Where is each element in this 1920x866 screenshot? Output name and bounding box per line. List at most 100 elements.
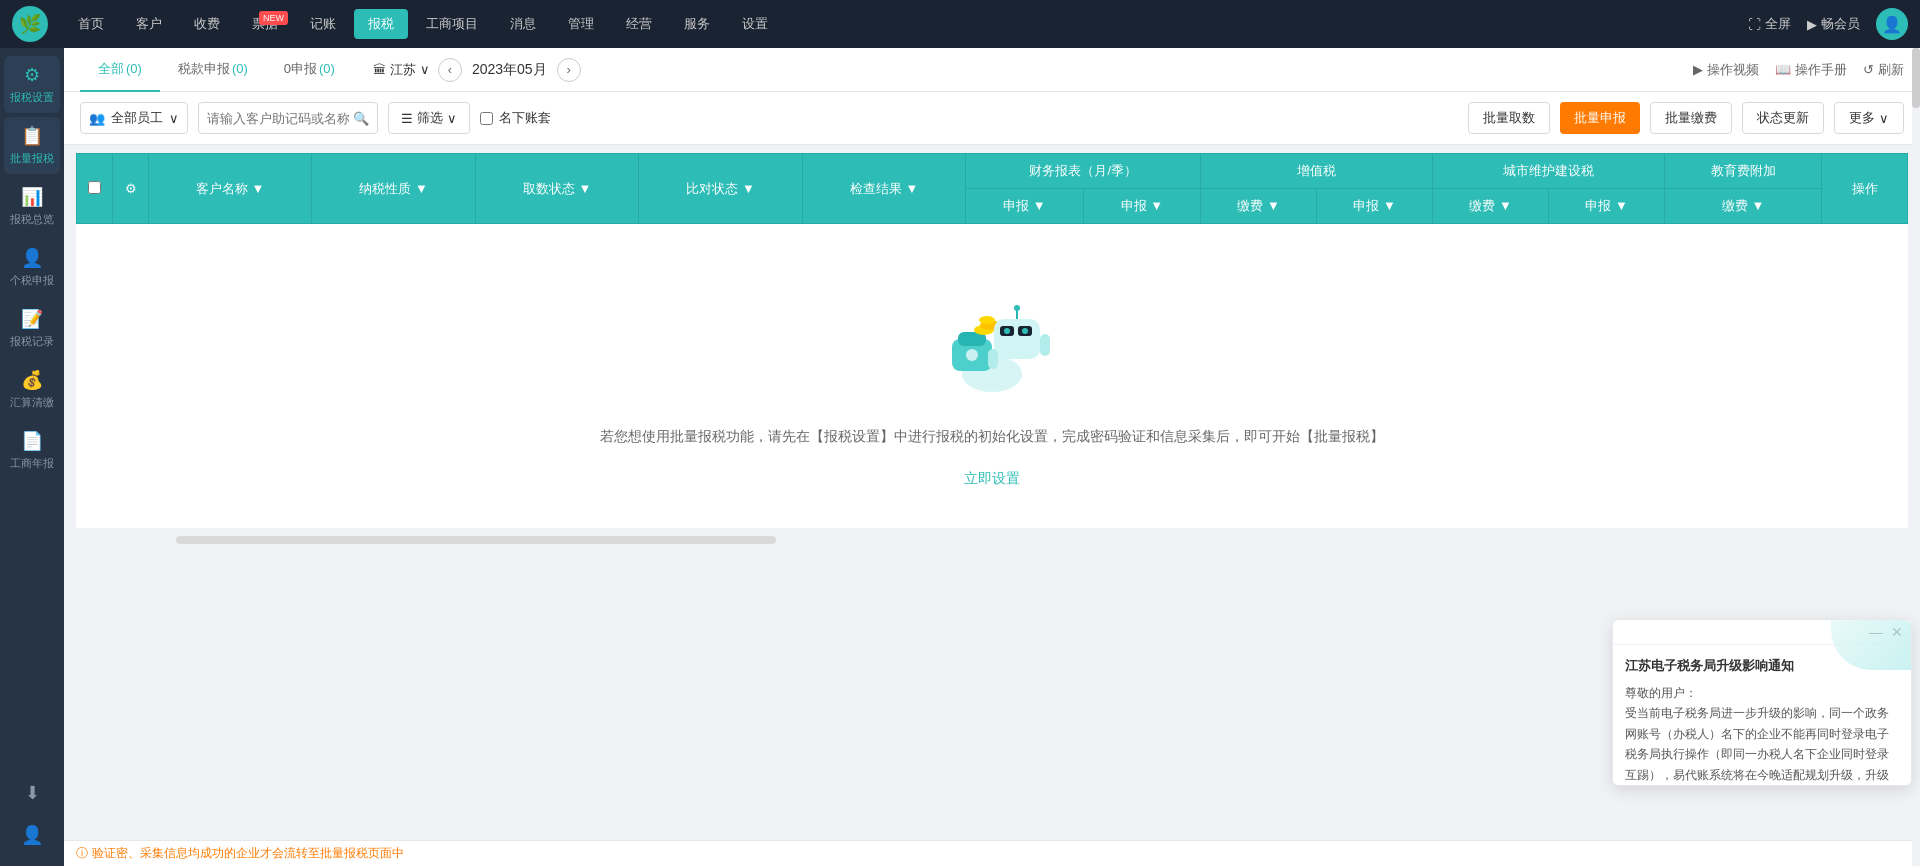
col-urban-pay: 缴费 ▼ bbox=[1433, 189, 1549, 224]
account-checkbox-text: 名下账套 bbox=[499, 109, 551, 127]
next-month-button[interactable]: › bbox=[557, 58, 581, 82]
prev-month-button[interactable]: ‹ bbox=[438, 58, 462, 82]
toolbar-right: 批量取数 批量申报 批量缴费 状态更新 更多 ∨ bbox=[1468, 102, 1904, 134]
nav-item-home[interactable]: 首页 bbox=[64, 9, 118, 39]
account-checkbox-label[interactable]: 名下账套 bbox=[480, 109, 551, 127]
nav-item-business[interactable]: 工商项目 bbox=[412, 9, 492, 39]
tab-zero-declare-label: 0申报 bbox=[284, 60, 317, 78]
sidebar-label-settlement: 汇算清缴 bbox=[10, 395, 54, 410]
annual-report-icon: 📄 bbox=[21, 430, 43, 452]
fullscreen-label: 全屏 bbox=[1765, 15, 1791, 33]
nav-item-manage[interactable]: 管理 bbox=[554, 9, 608, 39]
employee-select-icon: 👥 bbox=[89, 111, 105, 126]
col-urban-tax: 城市维护建设税 bbox=[1433, 154, 1665, 189]
member-icon: ▶ bbox=[1807, 17, 1817, 32]
user-bottom-icon: 👤 bbox=[21, 824, 43, 846]
download-icon: ⬇ bbox=[21, 782, 43, 804]
batch-fetch-label: 批量取数 bbox=[1483, 109, 1535, 127]
sidebar-label-tax-summary: 报税总览 bbox=[10, 212, 54, 227]
refresh-link[interactable]: ↺ 刷新 bbox=[1863, 61, 1904, 79]
sidebar-label-batch-tax: 批量报税 bbox=[10, 151, 54, 166]
tab-all[interactable]: 全部 (0) bbox=[80, 48, 160, 92]
batch-tax-icon: 📋 bbox=[21, 125, 43, 147]
filter-label: 筛选 bbox=[417, 109, 443, 127]
employee-chevron-icon: ∨ bbox=[169, 111, 179, 126]
logo-icon: 🌿 bbox=[19, 13, 41, 35]
top-nav: 🌿 首页客户收费票据NEW记账报税工商项目消息管理经营服务设置 ⛶ 全屏 ▶ 畅… bbox=[0, 0, 1920, 48]
svg-point-10 bbox=[1004, 328, 1010, 334]
nav-item-service[interactable]: 服务 bbox=[670, 9, 724, 39]
tab-list: 全部 (0) 税款申报 (0) 0申报 (0) bbox=[80, 48, 353, 92]
col-financial-report: 财务报表（月/季） bbox=[966, 154, 1201, 189]
sidebar-bottom: ⬇ 👤 bbox=[4, 774, 60, 866]
avatar-icon: 👤 bbox=[1882, 15, 1902, 34]
nav-item-bill[interactable]: 票据NEW bbox=[238, 9, 292, 39]
nav-item-settings[interactable]: 设置 bbox=[728, 9, 782, 39]
empty-state: 若您想使用批量报税功能，请先在【报税设置】中进行报税的初始化设置，完成密码验证和… bbox=[77, 224, 1908, 528]
nav-item-message[interactable]: 消息 bbox=[496, 9, 550, 39]
search-input[interactable] bbox=[207, 111, 349, 126]
right-scrollbar[interactable] bbox=[1912, 48, 1920, 866]
operation-manual-link[interactable]: 📖 操作手册 bbox=[1775, 61, 1847, 79]
col-edu-declare: 申报 ▼ bbox=[1549, 189, 1665, 224]
fullscreen-button[interactable]: ⛶ 全屏 bbox=[1748, 15, 1791, 33]
batch-declare-button[interactable]: 批量申报 bbox=[1560, 102, 1640, 134]
region-flag: 🏛 bbox=[373, 62, 386, 77]
top-right-links: ▶ 操作视频 📖 操作手册 ↺ 刷新 bbox=[1693, 61, 1904, 79]
sidebar-item-download[interactable]: ⬇ bbox=[4, 774, 60, 812]
batch-pay-label: 批量缴费 bbox=[1665, 109, 1717, 127]
select-all-checkbox[interactable] bbox=[88, 181, 101, 194]
date-navigator: ‹ 2023年05月 › bbox=[438, 58, 581, 82]
member-label: 畅会员 bbox=[1821, 15, 1860, 33]
sidebar-item-settlement[interactable]: 💰 汇算清缴 bbox=[4, 361, 60, 418]
search-icon[interactable]: 🔍 bbox=[353, 111, 369, 126]
batch-fetch-button[interactable]: 批量取数 bbox=[1468, 102, 1550, 134]
sidebar-item-user-bottom[interactable]: 👤 bbox=[4, 816, 60, 854]
col-urban-declare: 申报 ▼ bbox=[1317, 189, 1433, 224]
right-scrollbar-thumb[interactable] bbox=[1912, 48, 1920, 108]
notification-popup: — ✕ 江苏电子税务局升级影响通知 尊敬的用户：受当前电子税务局进一步升级的影响… bbox=[1612, 619, 1912, 786]
sidebar-item-batch-tax[interactable]: 📋 批量报税 bbox=[4, 117, 60, 174]
filter-chevron-icon: ∨ bbox=[447, 111, 457, 126]
region-select[interactable]: 🏛 江苏 ∨ bbox=[373, 61, 430, 79]
account-checkbox[interactable] bbox=[480, 112, 493, 125]
col-operation: 操作 bbox=[1822, 154, 1908, 224]
toolbar: 👥 全部员工 ∨ 🔍 ☰ 筛选 ∨ 名下账套 批量取数 bbox=[64, 92, 1920, 145]
book-icon: 📖 bbox=[1775, 62, 1791, 77]
status-update-button[interactable]: 状态更新 bbox=[1742, 102, 1824, 134]
nav-item-operation[interactable]: 经营 bbox=[612, 9, 666, 39]
col-tax-nature: 纳税性质 ▼ bbox=[312, 154, 475, 224]
sidebar-item-tax-settings[interactable]: ⚙ 报税设置 bbox=[4, 56, 60, 113]
col-vat: 增值税 bbox=[1201, 154, 1433, 189]
employee-select[interactable]: 👥 全部员工 ∨ bbox=[80, 102, 188, 134]
svg-point-11 bbox=[1022, 328, 1028, 334]
sidebar-item-annual-report[interactable]: 📄 工商年报 bbox=[4, 422, 60, 479]
batch-pay-button[interactable]: 批量缴费 bbox=[1650, 102, 1732, 134]
filter-button[interactable]: ☰ 筛选 ∨ bbox=[388, 102, 470, 134]
sidebar-item-personal-tax[interactable]: 👤 个税申报 bbox=[4, 239, 60, 296]
nav-items: 首页客户收费票据NEW记账报税工商项目消息管理经营服务设置 bbox=[64, 9, 1748, 39]
operation-video-link[interactable]: ▶ 操作视频 bbox=[1693, 61, 1759, 79]
member-button[interactable]: ▶ 畅会员 bbox=[1807, 15, 1860, 33]
personal-tax-icon: 👤 bbox=[21, 247, 43, 269]
setup-link[interactable]: 立即设置 bbox=[964, 470, 1020, 488]
nav-item-tax[interactable]: 报税 bbox=[354, 9, 408, 39]
tab-tax-declare[interactable]: 税款申报 (0) bbox=[160, 48, 266, 92]
tab-zero-declare[interactable]: 0申报 (0) bbox=[266, 48, 353, 92]
empty-robot-illustration bbox=[932, 284, 1052, 404]
nav-item-charge[interactable]: 收费 bbox=[180, 9, 234, 39]
more-button[interactable]: 更多 ∨ bbox=[1834, 102, 1904, 134]
settings-col-icon[interactable]: ⚙ bbox=[125, 181, 137, 196]
sidebar-item-tax-summary[interactable]: 📊 报税总览 bbox=[4, 178, 60, 235]
nav-item-customer[interactable]: 客户 bbox=[122, 9, 176, 39]
empty-message: 若您想使用批量报税功能，请先在【报税设置】中进行报税的初始化设置，完成密码验证和… bbox=[600, 428, 1384, 446]
current-date: 2023年05月 bbox=[472, 61, 547, 79]
tab-tax-declare-count: (0) bbox=[232, 61, 248, 76]
sidebar-item-tax-record[interactable]: 📝 报税记录 bbox=[4, 300, 60, 357]
horizontal-scrollbar[interactable] bbox=[176, 536, 776, 544]
avatar[interactable]: 👤 bbox=[1876, 8, 1908, 40]
warning-icon: ⓘ bbox=[76, 845, 88, 862]
nav-item-bookkeeping[interactable]: 记账 bbox=[296, 9, 350, 39]
svg-rect-15 bbox=[988, 349, 998, 369]
logo[interactable]: 🌿 bbox=[12, 6, 48, 42]
